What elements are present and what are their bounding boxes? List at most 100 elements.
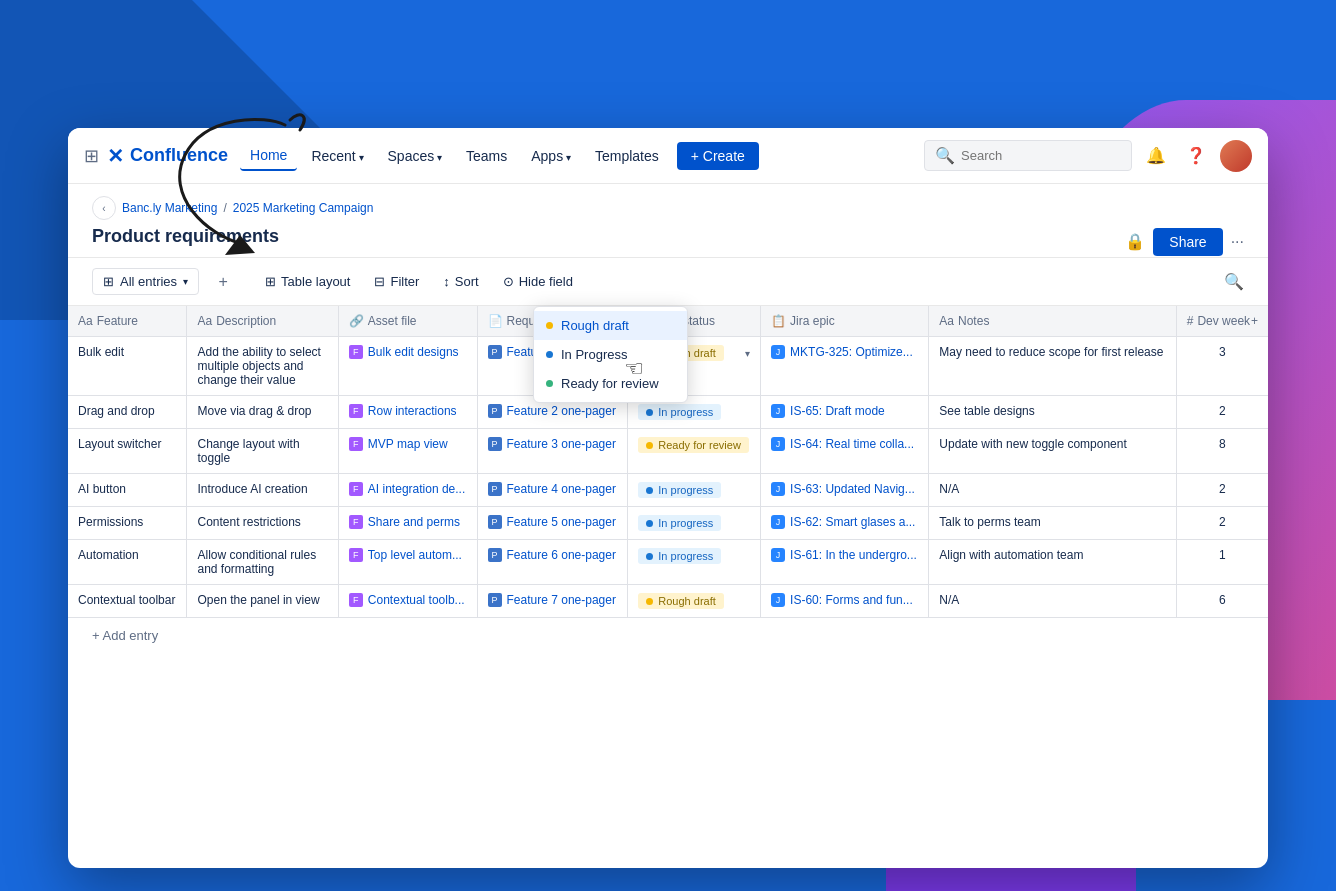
nav-templates[interactable]: Templates [585,142,669,170]
nav-right: 🔍 🔔 ❓ [924,140,1252,172]
filter-icon: ⊟ [374,274,385,289]
cell-prd-status[interactable]: In progress [628,540,761,585]
figma-icon: F [349,437,363,451]
dropdown-option-ready-for-review[interactable]: Ready for review [534,369,687,398]
add-entry-row[interactable]: + Add entry [68,618,1268,653]
jira-icon: J [771,548,785,562]
cell-jira-epic[interactable]: J IS-64: Real time colla... [761,429,929,474]
sort-icon: ↕ [443,274,450,289]
search-icon: 🔍 [935,146,955,165]
add-view-button[interactable]: + [211,270,235,294]
logo-x: ✕ [107,144,124,168]
cell-requirements-page[interactable]: P Feature 6 one-pager [477,540,628,585]
jira-icon: J [771,593,785,607]
cell-jira-epic[interactable]: J IS-61: In the undergro... [761,540,929,585]
cell-description: Content restrictions [187,507,338,540]
cell-prd-status[interactable]: In progress [628,507,761,540]
cell-asset-file[interactable]: F Share and perms [338,507,477,540]
cell-prd-status[interactable]: In progress [628,474,761,507]
cell-prd-status[interactable]: Rough draft [628,585,761,618]
cell-asset-file[interactable]: F Contextual toolb... [338,585,477,618]
add-entry-label: + Add entry [92,628,158,643]
user-avatar[interactable] [1220,140,1252,172]
cell-notes: Update with new toggle component [929,429,1176,474]
hide-field-button[interactable]: ⊙ Hide field [493,269,583,294]
help-icon[interactable]: ❓ [1180,140,1212,172]
cell-requirements-page[interactable]: P Feature 4 one-pager [477,474,628,507]
cell-feature: Automation [68,540,187,585]
share-button[interactable]: Share [1153,228,1222,256]
page-icon: P [488,437,502,451]
confluence-logo[interactable]: ✕ Confluence [107,144,228,168]
table-row: Automation Allow conditional rules and f… [68,540,1268,585]
cell-feature: Contextual toolbar [68,585,187,618]
cell-jira-epic[interactable]: J IS-62: Smart glases a... [761,507,929,540]
dropdown-option-rough-draft[interactable]: Rough draft [534,311,687,340]
cell-jira-epic[interactable]: J MKTG-325: Optimize... [761,337,929,396]
hide-icon: ⊙ [503,274,514,289]
table-row: Contextual toolbar Open the panel in vie… [68,585,1268,618]
cell-jira-epic[interactable]: J IS-65: Draft mode [761,396,929,429]
cell-prd-status[interactable]: Ready for review [628,429,761,474]
more-options-icon[interactable]: ··· [1231,233,1244,251]
nav-recent[interactable]: Recent [301,142,373,170]
jira-icon: J [771,515,785,529]
cell-description: Introduce AI creation [187,474,338,507]
search-box[interactable]: 🔍 [924,140,1132,171]
nav-apps[interactable]: Apps [521,142,581,170]
figma-icon: F [349,548,363,562]
cell-jira-epic[interactable]: J IS-63: Updated Navig... [761,474,929,507]
rough-draft-label: Rough draft [561,318,629,333]
cell-description: Add the ability to select multiple objec… [187,337,338,396]
col-dev-week[interactable]: #Dev week + [1176,306,1268,337]
page-icon: P [488,548,502,562]
breadcrumb: ‹ Banc.ly Marketing / 2025 Marketing Cam… [92,196,1244,220]
filter-button[interactable]: ⊟ Filter [364,269,429,294]
cell-notes: N/A [929,474,1176,507]
collapse-button[interactable]: ‹ [92,196,116,220]
page-icon: P [488,515,502,529]
cell-jira-epic[interactable]: J IS-60: Forms and fun... [761,585,929,618]
cell-requirements-page[interactable]: P Feature 3 one-pager [477,429,628,474]
col-notes[interactable]: AaNotes [929,306,1176,337]
sort-button[interactable]: ↕ Sort [433,269,488,294]
grid-icon[interactable]: ⊞ [84,145,99,167]
col-asset-file[interactable]: 🔗Asset file [338,306,477,337]
page-header: ‹ Banc.ly Marketing / 2025 Marketing Cam… [68,184,1268,258]
cell-asset-file[interactable]: F Top level autom... [338,540,477,585]
navbar: ⊞ ✕ Confluence Home Recent Spaces Teams … [68,128,1268,184]
browser-window: ⊞ ✕ Confluence Home Recent Spaces Teams … [68,128,1268,868]
jira-icon: J [771,404,785,418]
nav-home[interactable]: Home [240,141,297,171]
create-button[interactable]: + Create [677,142,759,170]
breadcrumb-part2[interactable]: 2025 Marketing Campaign [233,201,374,215]
cell-asset-file[interactable]: F AI integration de... [338,474,477,507]
cell-requirements-page[interactable]: P Feature 5 one-pager [477,507,628,540]
dropdown-option-in-progress[interactable]: In Progress [534,340,687,369]
col-description[interactable]: AaDescription [187,306,338,337]
cell-asset-file[interactable]: F Bulk edit designs [338,337,477,396]
table-toolbar: ⊞ All entries ▾ + ⊞ Table layout ⊟ Filte… [68,258,1268,306]
page-actions: 🔒 Share ··· [1125,228,1244,256]
jira-icon: J [771,437,785,451]
table-layout-button[interactable]: ⊞ Table layout [255,269,360,294]
lock-icon[interactable]: 🔒 [1125,232,1145,251]
search-input[interactable] [961,148,1121,163]
col-feature[interactable]: AaFeature [68,306,187,337]
cell-description: Allow conditional rules and formatting [187,540,338,585]
nav-spaces[interactable]: Spaces [378,142,452,170]
all-entries-button[interactable]: ⊞ All entries ▾ [92,268,199,295]
table-search-icon[interactable]: 🔍 [1224,273,1244,290]
nav-teams[interactable]: Teams [456,142,517,170]
notifications-icon[interactable]: 🔔 [1140,140,1172,172]
in-progress-label: In Progress [561,347,627,362]
cell-notes: Talk to perms team [929,507,1176,540]
col-jira-epic[interactable]: 📋Jira epic [761,306,929,337]
breadcrumb-part1[interactable]: Banc.ly Marketing [122,201,217,215]
cell-asset-file[interactable]: F MVP map view [338,429,477,474]
cell-notes: May need to reduce scope for first relea… [929,337,1176,396]
cell-requirements-page[interactable]: P Feature 7 one-pager [477,585,628,618]
cell-asset-file[interactable]: F Row interactions [338,396,477,429]
cell-description: Change layout with toggle [187,429,338,474]
page-title-row: Product requirements 🔒 Share ··· [92,226,1244,257]
